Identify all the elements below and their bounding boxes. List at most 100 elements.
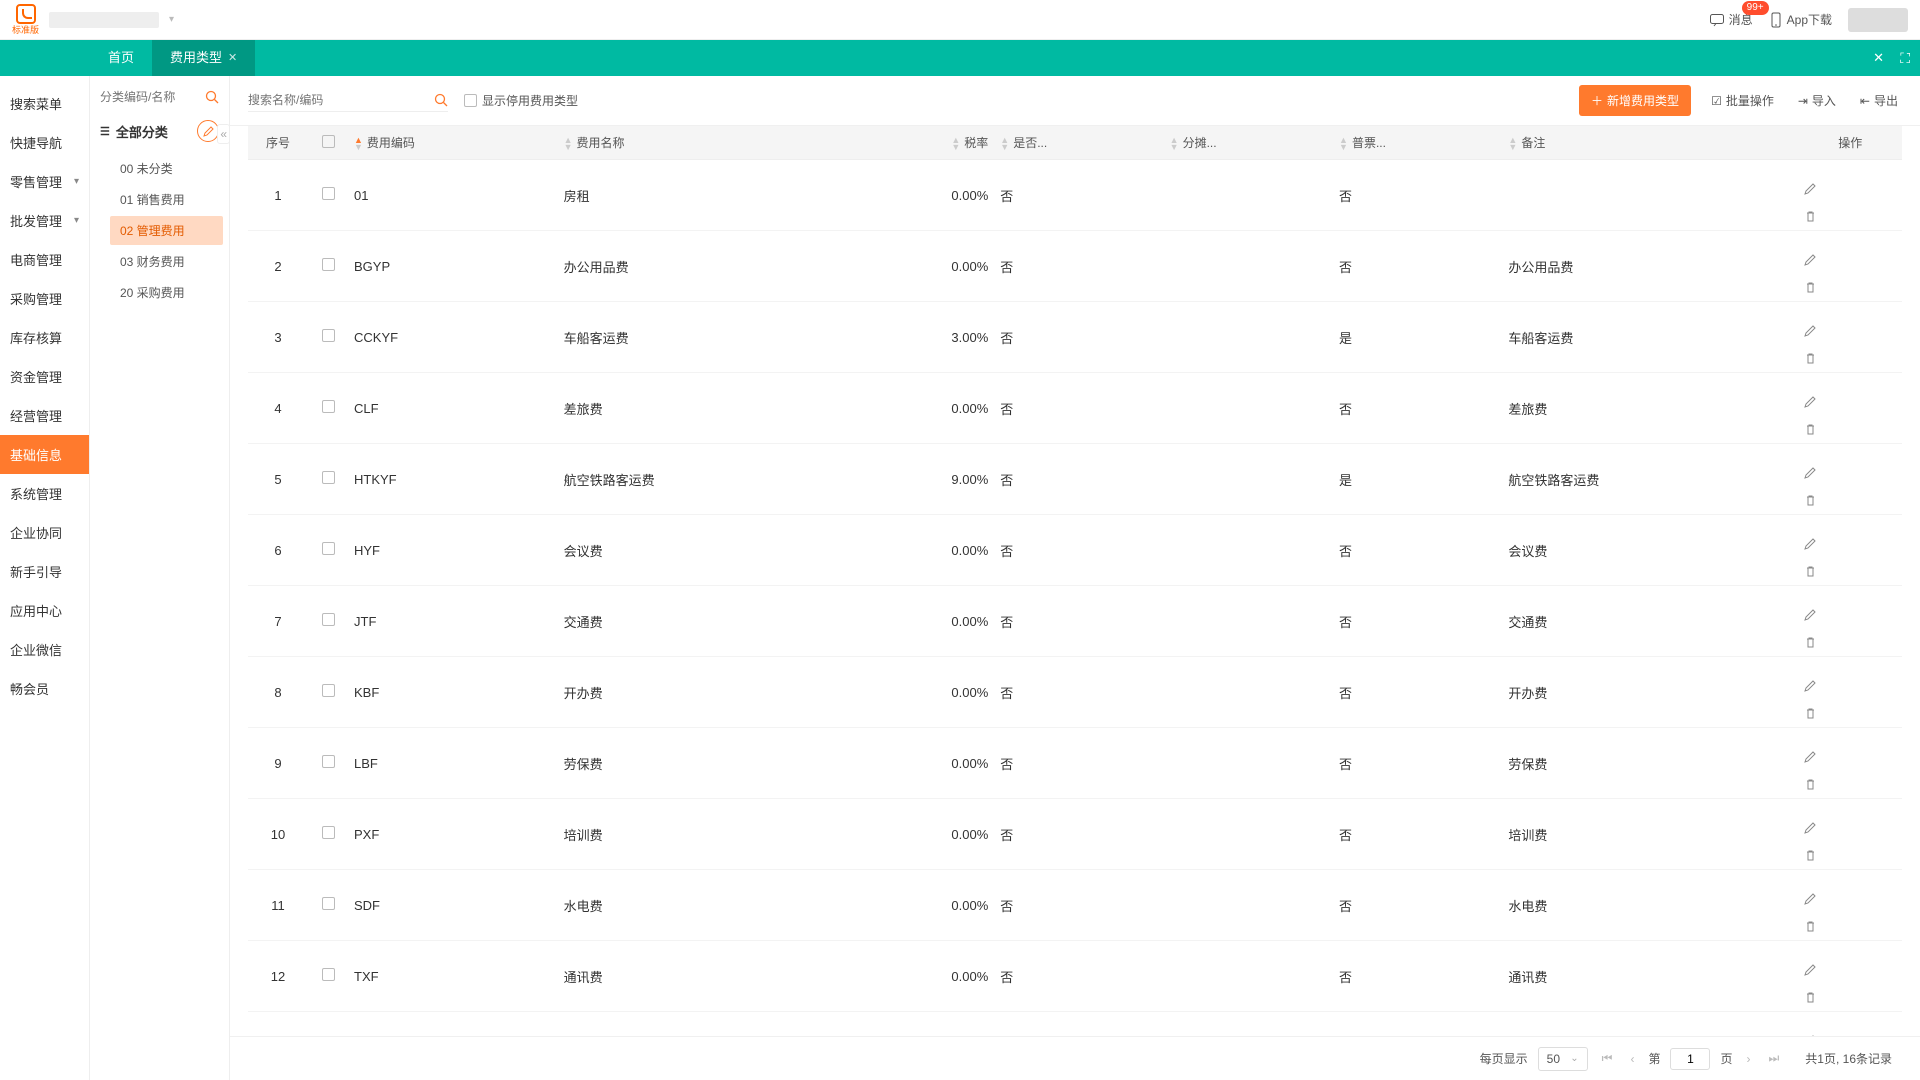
- delete-row-icon[interactable]: [1804, 210, 1896, 223]
- table-row[interactable]: 9LBF劳保费0.00%否否劳保费: [248, 728, 1902, 799]
- collapse-panel-icon[interactable]: «: [217, 124, 230, 144]
- col-code[interactable]: ▲▼费用编码: [348, 126, 558, 160]
- delete-row-icon[interactable]: [1804, 707, 1896, 720]
- col-name[interactable]: ▲▼费用名称: [558, 126, 854, 160]
- messages-button[interactable]: 消息 99+: [1709, 11, 1753, 28]
- edit-row-icon[interactable]: [1804, 324, 1896, 337]
- sidebar-item[interactable]: 企业微信: [0, 630, 89, 669]
- tab-home[interactable]: 首页: [90, 40, 152, 76]
- delete-row-icon[interactable]: [1804, 636, 1896, 649]
- delete-row-icon[interactable]: [1804, 565, 1896, 578]
- sidebar-item[interactable]: 资金管理: [0, 357, 89, 396]
- edit-row-icon[interactable]: [1804, 821, 1896, 834]
- import-button[interactable]: ⇥ 导入: [1794, 86, 1840, 115]
- edit-row-icon[interactable]: [1804, 608, 1896, 621]
- sidebar-item[interactable]: 批发管理▾: [0, 201, 89, 240]
- col-alloc[interactable]: ▲▼分摊...: [1164, 126, 1333, 160]
- page-input[interactable]: [1670, 1048, 1710, 1070]
- delete-row-icon[interactable]: [1804, 281, 1896, 294]
- category-item[interactable]: 01 销售费用: [110, 185, 223, 214]
- cell-check[interactable]: [308, 728, 348, 799]
- col-remark[interactable]: ▲▼备注: [1502, 126, 1798, 160]
- table-row[interactable]: 101房租0.00%否否: [248, 160, 1902, 231]
- per-page-select[interactable]: 50 ⌄: [1538, 1047, 1588, 1071]
- prev-page-icon[interactable]: ‹: [1626, 1052, 1638, 1066]
- col-isx[interactable]: ▲▼是否...: [994, 126, 1163, 160]
- col-check[interactable]: [308, 126, 348, 160]
- cell-check[interactable]: [308, 515, 348, 586]
- category-search-icon[interactable]: [205, 90, 219, 104]
- export-button[interactable]: ⇤ 导出: [1856, 86, 1902, 115]
- table-row[interactable]: 4CLF差旅费0.00%否否差旅费: [248, 373, 1902, 444]
- delete-row-icon[interactable]: [1804, 991, 1896, 1004]
- cell-check[interactable]: [308, 302, 348, 373]
- sidebar-item[interactable]: 零售管理▾: [0, 162, 89, 201]
- sidebar-item[interactable]: 快捷导航: [0, 123, 89, 162]
- edit-categories-button[interactable]: [197, 120, 219, 142]
- sidebar-item[interactable]: 经营管理: [0, 396, 89, 435]
- category-search-input[interactable]: [100, 90, 205, 104]
- table-row[interactable]: 10PXF培训费0.00%否否培训费: [248, 799, 1902, 870]
- edit-row-icon[interactable]: [1804, 679, 1896, 692]
- table-row[interactable]: 12TXF通讯费0.00%否否通讯费: [248, 941, 1902, 1012]
- cell-check[interactable]: [308, 799, 348, 870]
- delete-row-icon[interactable]: [1804, 778, 1896, 791]
- sidebar-item[interactable]: 采购管理: [0, 279, 89, 318]
- app-download-button[interactable]: App下载: [1769, 11, 1832, 28]
- table-row[interactable]: 8KBF开办费0.00%否否开办费: [248, 657, 1902, 728]
- tab-expense-type[interactable]: 费用类型 ✕: [152, 40, 255, 76]
- tab-close-icon[interactable]: ✕: [228, 40, 237, 76]
- sidebar-item[interactable]: 电商管理: [0, 240, 89, 279]
- cell-check[interactable]: [308, 373, 348, 444]
- sidebar-item[interactable]: 畅会员: [0, 669, 89, 708]
- edit-row-icon[interactable]: [1804, 963, 1896, 976]
- edit-row-icon[interactable]: [1804, 750, 1896, 763]
- sidebar-item[interactable]: 基础信息: [0, 435, 89, 474]
- delete-row-icon[interactable]: [1804, 423, 1896, 436]
- table-row[interactable]: 5HTKYF航空铁路客运费9.00%否是航空铁路客运费: [248, 444, 1902, 515]
- delete-row-icon[interactable]: [1804, 920, 1896, 933]
- table-row[interactable]: 3CCKYF车船客运费3.00%否是车船客运费: [248, 302, 1902, 373]
- org-dropdown-icon[interactable]: ▾: [169, 14, 174, 25]
- edit-row-icon[interactable]: [1804, 253, 1896, 266]
- col-merge[interactable]: ▲▼普票...: [1333, 126, 1502, 160]
- col-rate[interactable]: ▲▼税率: [854, 126, 995, 160]
- cell-check[interactable]: [308, 941, 348, 1012]
- first-page-icon[interactable]: ⏮: [1598, 1051, 1617, 1066]
- cell-check[interactable]: [308, 657, 348, 728]
- cell-check[interactable]: [308, 231, 348, 302]
- category-item[interactable]: 02 管理费用: [110, 216, 223, 245]
- table-search-icon[interactable]: [434, 93, 448, 107]
- user-avatar[interactable]: [1848, 8, 1908, 32]
- cell-check[interactable]: [308, 870, 348, 941]
- sidebar-item[interactable]: 企业协同: [0, 513, 89, 552]
- all-categories-label[interactable]: 全部分类: [116, 122, 168, 141]
- add-expense-type-button[interactable]: ＋ 新增费用类型: [1579, 85, 1691, 116]
- sidebar-item[interactable]: 搜索菜单: [0, 84, 89, 123]
- delete-row-icon[interactable]: [1804, 352, 1896, 365]
- show-disabled-checkbox[interactable]: 显示停用费用类型: [464, 92, 578, 109]
- cell-check[interactable]: [308, 1012, 348, 1037]
- sidebar-item[interactable]: 应用中心: [0, 591, 89, 630]
- edit-row-icon[interactable]: [1804, 466, 1896, 479]
- category-item[interactable]: 03 财务费用: [110, 247, 223, 276]
- sidebar-item[interactable]: 新手引导: [0, 552, 89, 591]
- delete-row-icon[interactable]: [1804, 494, 1896, 507]
- col-seq[interactable]: 序号: [248, 126, 308, 160]
- edit-row-icon[interactable]: [1804, 537, 1896, 550]
- next-page-icon[interactable]: ›: [1742, 1052, 1754, 1066]
- checkbox-icon[interactable]: [322, 135, 335, 148]
- category-item[interactable]: 20 采购费用: [110, 278, 223, 307]
- batch-ops-button[interactable]: ☑ 批量操作: [1707, 86, 1778, 115]
- sidebar-item[interactable]: 库存核算: [0, 318, 89, 357]
- delete-row-icon[interactable]: [1804, 849, 1896, 862]
- org-name-placeholder[interactable]: [49, 12, 159, 28]
- edit-row-icon[interactable]: [1804, 395, 1896, 408]
- table-row[interactable]: 13WYF物业费0.00%否否物业费: [248, 1012, 1902, 1037]
- cell-check[interactable]: [308, 160, 348, 231]
- table-search-input[interactable]: [248, 89, 434, 111]
- cell-check[interactable]: [308, 586, 348, 657]
- close-all-tabs-icon[interactable]: ✕: [1873, 50, 1884, 66]
- table-row[interactable]: 11SDF水电费0.00%否否水电费: [248, 870, 1902, 941]
- last-page-icon[interactable]: ⏭: [1764, 1051, 1783, 1066]
